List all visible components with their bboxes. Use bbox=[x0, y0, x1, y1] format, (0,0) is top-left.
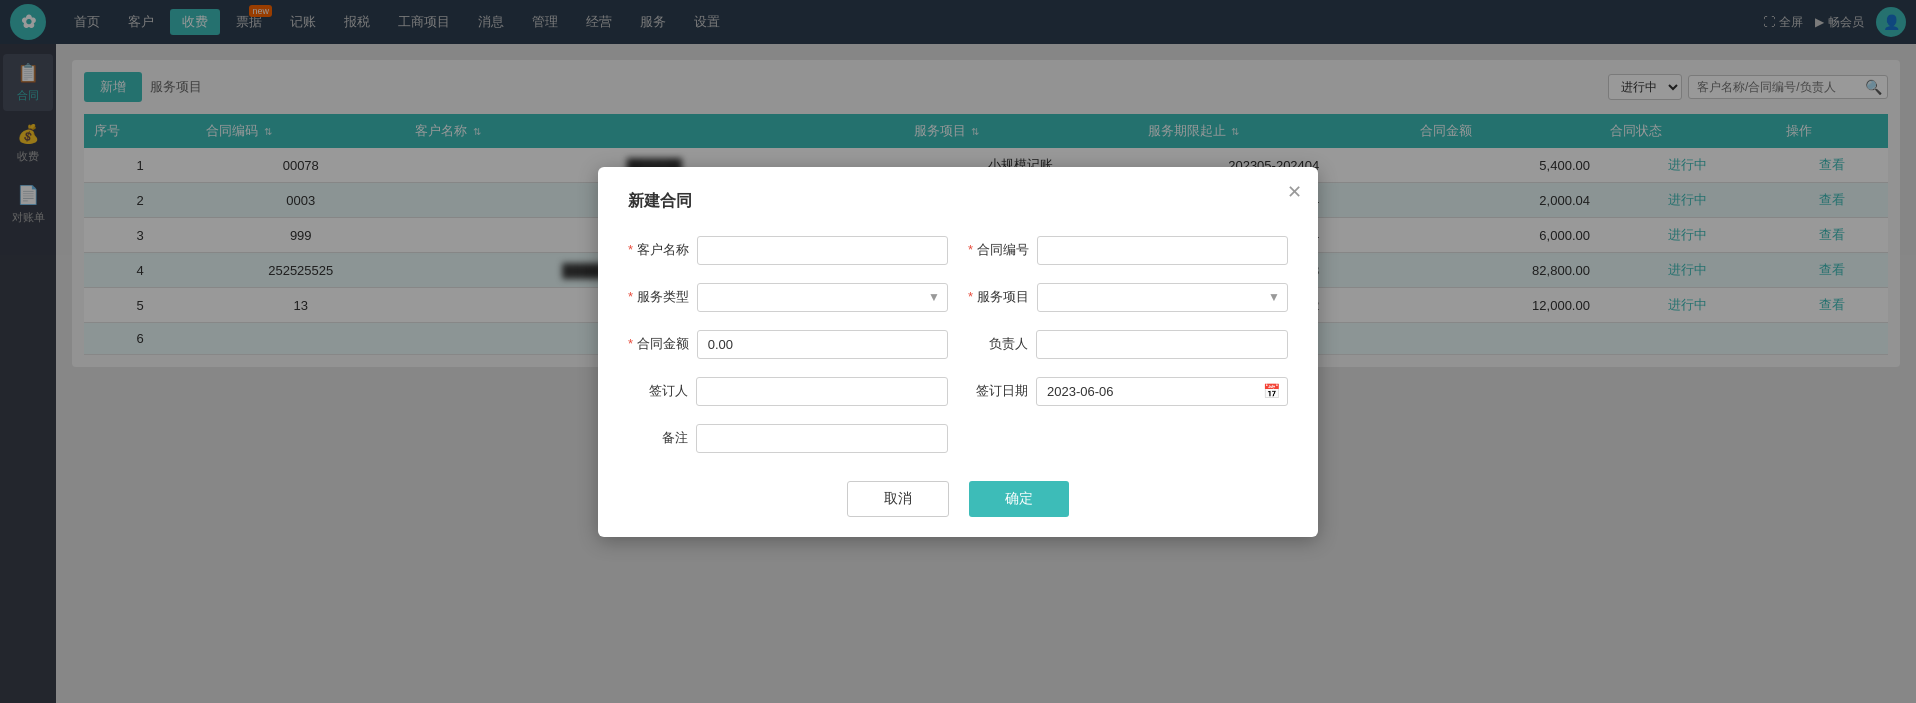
form-field-sign-date: 签订日期 📅 bbox=[968, 377, 1288, 406]
contract-no-input[interactable] bbox=[1037, 236, 1288, 265]
modal-close-button[interactable]: ✕ bbox=[1287, 181, 1302, 203]
contract-amount-input[interactable] bbox=[697, 330, 948, 359]
form-field-responsible-person: 负责人 bbox=[968, 330, 1288, 359]
form-row-1: 客户名称 合同编号 bbox=[628, 236, 1288, 265]
service-type-select[interactable] bbox=[697, 283, 948, 312]
form-row-5: 备注 bbox=[628, 424, 1288, 453]
form-field-signer: 签订人 bbox=[628, 377, 948, 406]
customer-name-input[interactable] bbox=[697, 236, 948, 265]
service-item-select-wrap: ▼ bbox=[1037, 283, 1288, 312]
service-type-select-wrap: ▼ bbox=[697, 283, 948, 312]
remark-label: 备注 bbox=[628, 429, 688, 447]
form-field-customer-name: 客户名称 bbox=[628, 236, 948, 265]
sign-date-input[interactable] bbox=[1036, 377, 1288, 406]
new-contract-modal: 新建合同 ✕ 客户名称 合同编号 服务类型 ▼ bbox=[598, 167, 1318, 537]
modal-overlay: 新建合同 ✕ 客户名称 合同编号 服务类型 ▼ bbox=[0, 0, 1916, 703]
modal-footer: 取消 确定 bbox=[628, 481, 1288, 517]
signer-input[interactable] bbox=[696, 377, 948, 406]
form-field-contract-no: 合同编号 bbox=[968, 236, 1288, 265]
form-field-remark: 备注 bbox=[628, 424, 948, 453]
contract-amount-label: 合同金额 bbox=[628, 335, 689, 353]
customer-name-label: 客户名称 bbox=[628, 241, 689, 259]
responsible-person-input[interactable] bbox=[1036, 330, 1288, 359]
confirm-button[interactable]: 确定 bbox=[969, 481, 1069, 517]
form-row-3: 合同金额 负责人 bbox=[628, 330, 1288, 359]
signer-label: 签订人 bbox=[628, 382, 688, 400]
form-row-2: 服务类型 ▼ 服务项目 ▼ bbox=[628, 283, 1288, 312]
service-type-label: 服务类型 bbox=[628, 288, 689, 306]
responsible-person-label: 负责人 bbox=[968, 335, 1028, 353]
cancel-button[interactable]: 取消 bbox=[847, 481, 949, 517]
service-item-select[interactable] bbox=[1037, 283, 1288, 312]
form-field-service-item: 服务项目 ▼ bbox=[968, 283, 1288, 312]
form-row-4: 签订人 签订日期 📅 bbox=[628, 377, 1288, 406]
sign-date-wrap: 📅 bbox=[1036, 377, 1288, 406]
remark-input[interactable] bbox=[696, 424, 948, 453]
contract-no-label: 合同编号 bbox=[968, 241, 1029, 259]
service-item-label: 服务项目 bbox=[968, 288, 1029, 306]
sign-date-label: 签订日期 bbox=[968, 382, 1028, 400]
modal-title: 新建合同 bbox=[628, 191, 1288, 212]
form-field-contract-amount: 合同金额 bbox=[628, 330, 948, 359]
form-field-service-type: 服务类型 ▼ bbox=[628, 283, 948, 312]
